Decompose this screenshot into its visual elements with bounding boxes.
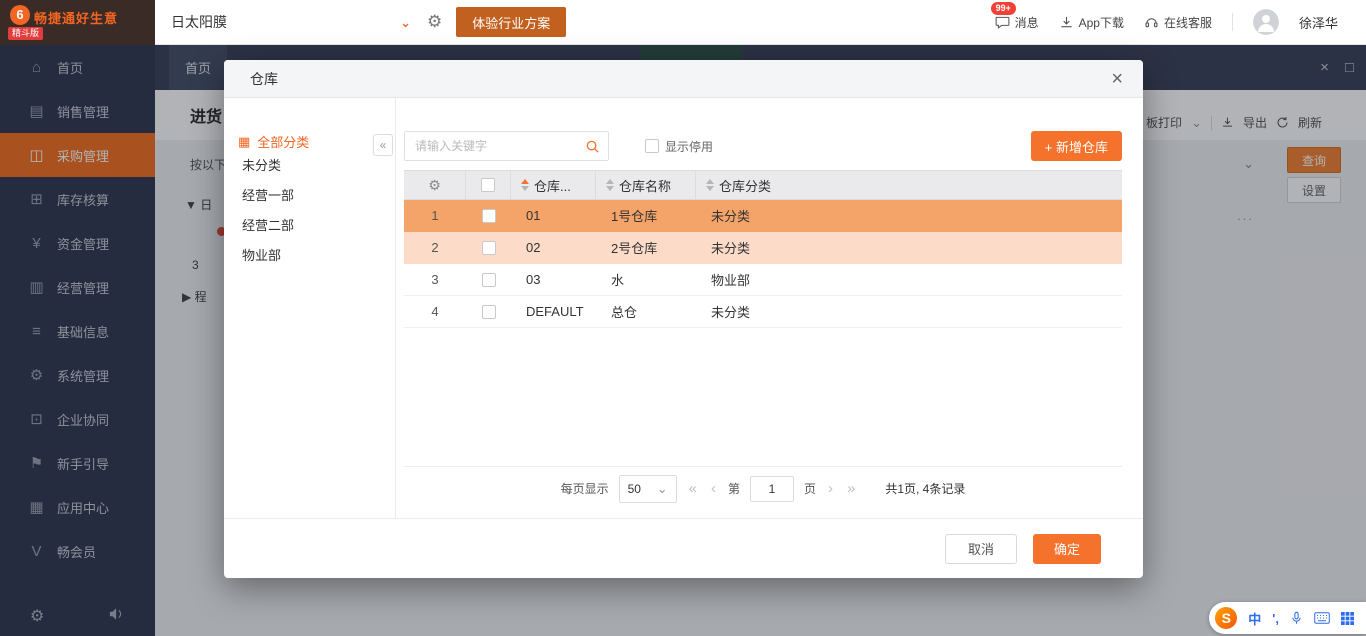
confirm-button[interactable]: 确定 [1033,533,1101,564]
search-icon[interactable] [585,139,600,157]
table-controls: 显示停用 + 新增仓库 [404,131,1122,161]
column-header-name[interactable]: 仓库名称 [596,171,696,199]
topbar: 6 畅捷通好生意 精斗版 日太阳膜 ⌄ ⚙ 体验行业方案 99+ 消息 App下… [0,0,1366,45]
row-checkbox[interactable] [481,208,496,223]
chevron-down-icon: ⌄ [656,481,668,496]
category-all-label: 全部分类 [257,135,310,150]
logo-edition-badge: 精斗版 [8,26,44,40]
sort-icon [606,179,614,191]
pagination: 每页显示 50 ⌄ « ‹ 第 页 › » 共1页, 4条记录 [404,466,1122,510]
search-input[interactable] [405,132,575,160]
gear-icon[interactable]: ⚙ [427,12,442,32]
keyboard-icon[interactable] [1314,612,1330,624]
page-prefix: 第 [727,482,740,496]
add-warehouse-button[interactable]: + 新增仓库 [1030,131,1122,161]
close-icon[interactable]: × [1111,69,1123,89]
page-input[interactable] [749,475,794,502]
show-disabled-label: 显示停用 [665,139,714,154]
modal-footer: 取消 确定 [224,518,1143,578]
table-row[interactable]: 4 DEFAULT 总仓 未分类 [404,296,1122,328]
category-grid-icon: ▦ [238,133,251,149]
company-name: 日太阳膜 [171,14,227,30]
logo-text: 畅捷通好生意 [34,10,119,26]
table-row[interactable]: 3 03 水 物业部 [404,264,1122,296]
row-checkbox[interactable] [481,272,496,287]
tree-item-dept-two[interactable]: 经营二部 [224,211,395,241]
topbar-right: 99+ 消息 App下载 在线客服 徐泽华 [990,1,1366,35]
ime-menu-grid-icon[interactable] [1341,611,1354,625]
pagination-summary: 共1页, 4条记录 [885,482,966,496]
show-disabled-checkbox[interactable]: 显示停用 [645,138,713,155]
online-service-label: 在线客服 [1163,15,1212,30]
column-header-code[interactable]: 仓库... [511,171,596,199]
download-icon [1060,16,1072,27]
online-service-button[interactable]: 在线客服 [1144,14,1212,31]
messages-label: 消息 [1014,15,1039,30]
row-checkbox[interactable] [481,240,496,255]
next-page-icon[interactable]: › [826,480,835,497]
table-header-row: ⚙ 仓库... 仓库名称 仓库分类 [404,170,1122,200]
cancel-button[interactable]: 取消 [945,533,1017,564]
app-download-label: App下载 [1078,15,1124,30]
collapse-panel-button[interactable]: « [373,134,393,156]
category-all[interactable]: ▦ 全部分类 [224,98,395,151]
username: 徐泽华 [1298,15,1338,31]
company-select[interactable]: 日太阳膜 ⌄ [171,12,411,32]
headset-icon [1145,17,1158,27]
per-page-label: 每页显示 [560,482,609,496]
app-logo: 6 畅捷通好生意 精斗版 [0,0,155,45]
checkbox-icon [645,139,659,153]
tree-item-unclassified[interactable]: 未分类 [224,151,395,181]
last-page-icon[interactable]: » [845,480,857,497]
chevron-down-icon: ⌄ [400,14,411,30]
column-header-category[interactable]: 仓库分类 [696,171,1122,199]
ime-lang-toggle[interactable]: 中 [1248,609,1261,628]
prev-page-icon[interactable]: ‹ [709,480,718,497]
warehouse-modal: 仓库 × ▦ 全部分类 « 未分类 经营一部 经营二部 物业部 请输入关键字 显… [224,60,1143,578]
row-checkbox[interactable] [481,304,496,319]
divider [1231,13,1233,31]
ime-toolbar: S 中 ', [1209,602,1366,634]
message-bubble-icon [995,16,1009,29]
select-all-checkbox[interactable] [481,178,495,192]
modal-title: 仓库 [250,70,278,87]
sogou-logo[interactable]: S [1215,607,1238,629]
table-row[interactable]: 1 01 1号仓库 未分类 [404,200,1122,232]
warehouse-table-panel: 显示停用 + 新增仓库 ⚙ 仓库... 仓库名称 [396,98,1143,518]
logo-icon: 6 [10,4,30,25]
per-page-select[interactable]: 50 ⌄ [618,474,677,503]
ime-punctuation-toggle[interactable]: ', [1272,611,1279,626]
page-suffix: 页 [803,482,816,496]
app-download-button[interactable]: App下载 [1059,14,1124,31]
table-row[interactable]: 2 02 2号仓库 未分类 [404,232,1122,264]
tree-item-property[interactable]: 物业部 [224,241,395,271]
column-settings-gear-icon[interactable]: ⚙ [428,177,441,194]
sort-icon [706,179,714,191]
category-tree-panel: ▦ 全部分类 « 未分类 经营一部 经营二部 物业部 [224,98,396,518]
user-avatar-icon [1252,9,1279,35]
messages-badge: 99+ [990,1,1016,15]
modal-header: 仓库 × [224,60,1143,98]
modal-body: ▦ 全部分类 « 未分类 经营一部 经营二部 物业部 显示停用 [224,98,1143,518]
trial-solution-button[interactable]: 体验行业方案 [456,7,567,37]
avatar[interactable] [1252,9,1279,35]
first-page-icon[interactable]: « [687,480,699,497]
search-box [404,131,609,161]
sort-icon [521,179,529,191]
warehouse-table: ⚙ 仓库... 仓库名称 仓库分类 1 01 1号仓库 未分类 2 02 2号仓… [404,170,1122,328]
messages-button[interactable]: 99+ 消息 [990,1,1039,31]
mic-icon[interactable] [1290,611,1303,625]
tree-item-dept-one[interactable]: 经营一部 [224,181,395,211]
